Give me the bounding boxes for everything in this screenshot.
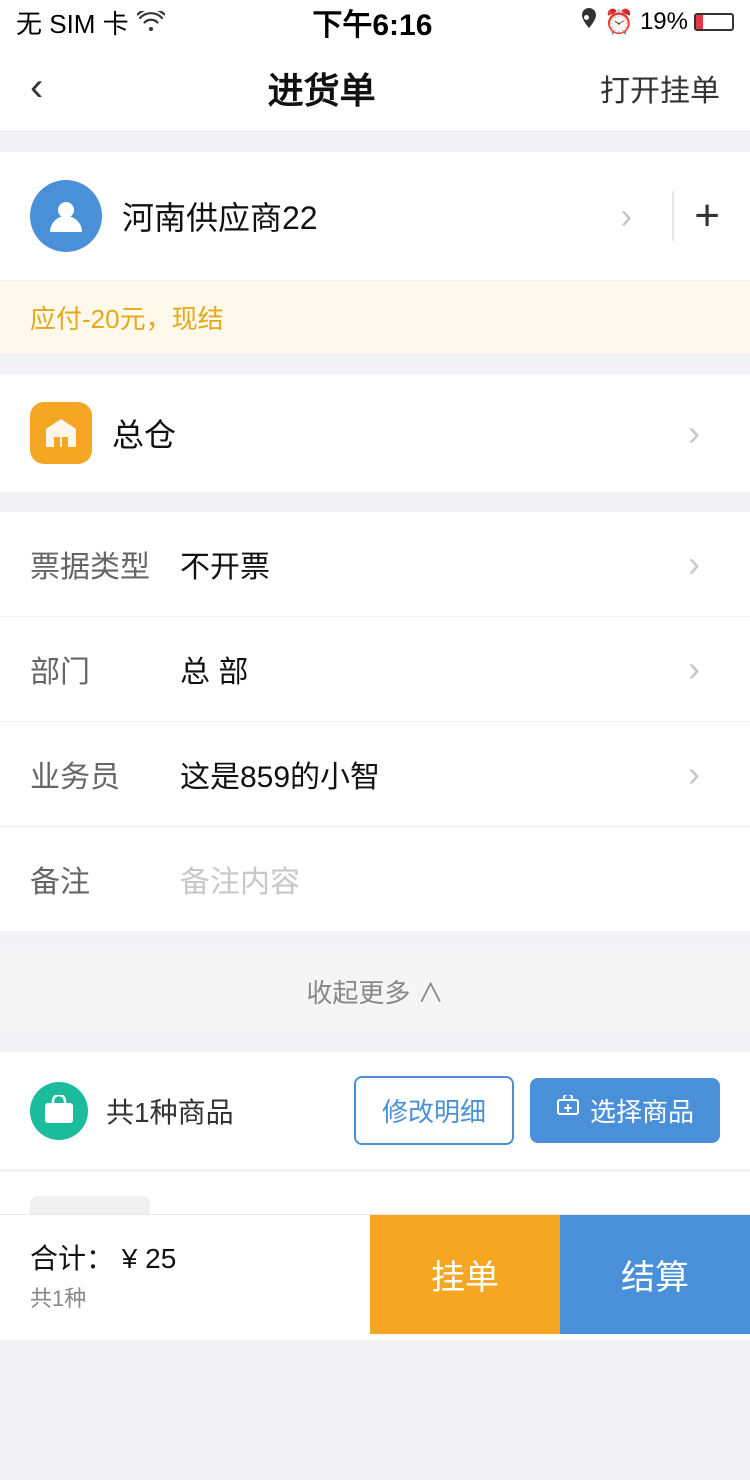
remark-input[interactable]: 备注内容 xyxy=(150,857,720,901)
invoice-value: 不开票 xyxy=(150,542,688,586)
notice-bar: 应付-20元，现结 xyxy=(0,281,750,354)
battery-icon xyxy=(694,13,734,31)
page-title: 进货单 xyxy=(268,62,376,114)
warehouse-name: 总仓 xyxy=(112,410,688,456)
sales-value: 这是859的小智 xyxy=(150,752,688,796)
edit-detail-button[interactable]: 修改明细 xyxy=(354,1076,514,1145)
select-icon xyxy=(556,1095,580,1126)
dept-label: 部门 xyxy=(30,647,150,691)
products-count: 共1种商品 xyxy=(106,1091,354,1131)
products-icon xyxy=(30,1082,88,1140)
bottom-bar: 合计： ¥ 25 共1种 挂单 结算 xyxy=(0,1214,750,1334)
notice-text: 应付-20元，现结 xyxy=(30,304,224,334)
supplier-avatar xyxy=(30,180,102,252)
invoice-row[interactable]: 票据类型 不开票 › xyxy=(0,512,750,617)
add-button[interactable]: + xyxy=(694,191,720,241)
divider xyxy=(672,191,674,241)
total-label: 合计： ¥ 25 xyxy=(30,1237,340,1277)
alarm-icon: ⏰ xyxy=(604,8,634,37)
total-amount: ¥ 25 xyxy=(122,1243,177,1274)
total-text: 合计： xyxy=(30,1243,114,1274)
battery-text: 19% xyxy=(640,8,688,36)
status-right: ⏰ 19% xyxy=(580,8,734,37)
dept-chevron-icon: › xyxy=(688,648,700,690)
sales-chevron-icon: › xyxy=(688,753,700,795)
select-product-label: 选择商品 xyxy=(590,1092,694,1129)
products-header: 共1种商品 修改明细 选择商品 xyxy=(0,1052,750,1170)
nav-bar: ‹ 进货单 打开挂单 xyxy=(0,44,750,132)
supplier-name: 河南供应商22 xyxy=(122,193,620,239)
warehouse-section[interactable]: 总仓 › xyxy=(0,374,750,492)
open-hang-button[interactable]: 打开挂单 xyxy=(600,66,720,110)
collapse-row[interactable]: 收起更多 ∧ xyxy=(0,951,750,1032)
select-product-button[interactable]: 选择商品 xyxy=(530,1078,720,1143)
total-sub: 共1种 xyxy=(30,1281,340,1313)
status-time: 下午6:16 xyxy=(312,0,432,44)
status-left: 无 SIM 卡 xyxy=(16,4,165,41)
invoice-label: 票据类型 xyxy=(30,542,150,586)
form-section: 票据类型 不开票 › 部门 总 部 › 业务员 这是859的小智 › 备注 备注… xyxy=(0,512,750,931)
invoice-chevron-icon: › xyxy=(688,543,700,585)
checkout-button[interactable]: 结算 xyxy=(560,1215,750,1334)
warehouse-icon xyxy=(30,402,92,464)
collapse-label: 收起更多 ∧ xyxy=(306,978,443,1008)
supplier-row[interactable]: 河南供应商22 › + xyxy=(0,152,750,281)
hang-button[interactable]: 挂单 xyxy=(370,1215,560,1334)
wifi-icon xyxy=(137,7,165,38)
dept-value: 总 部 xyxy=(150,647,688,691)
location-icon xyxy=(580,8,598,37)
supplier-chevron-icon: › xyxy=(620,195,632,237)
total-area: 合计： ¥ 25 共1种 xyxy=(0,1215,370,1334)
dept-row[interactable]: 部门 总 部 › xyxy=(0,617,750,722)
status-bar: 无 SIM 卡 下午6:16 ⏰ 19% xyxy=(0,0,750,44)
carrier-text: 无 SIM 卡 xyxy=(16,4,129,41)
sales-row[interactable]: 业务员 这是859的小智 › xyxy=(0,722,750,827)
remark-row[interactable]: 备注 备注内容 xyxy=(0,827,750,931)
back-button[interactable]: ‹ xyxy=(30,65,43,110)
sales-label: 业务员 xyxy=(30,752,150,796)
remark-label: 备注 xyxy=(30,857,150,901)
supplier-section: 河南供应商22 › + 应付-20元，现结 xyxy=(0,152,750,354)
warehouse-chevron-icon: › xyxy=(688,412,700,454)
